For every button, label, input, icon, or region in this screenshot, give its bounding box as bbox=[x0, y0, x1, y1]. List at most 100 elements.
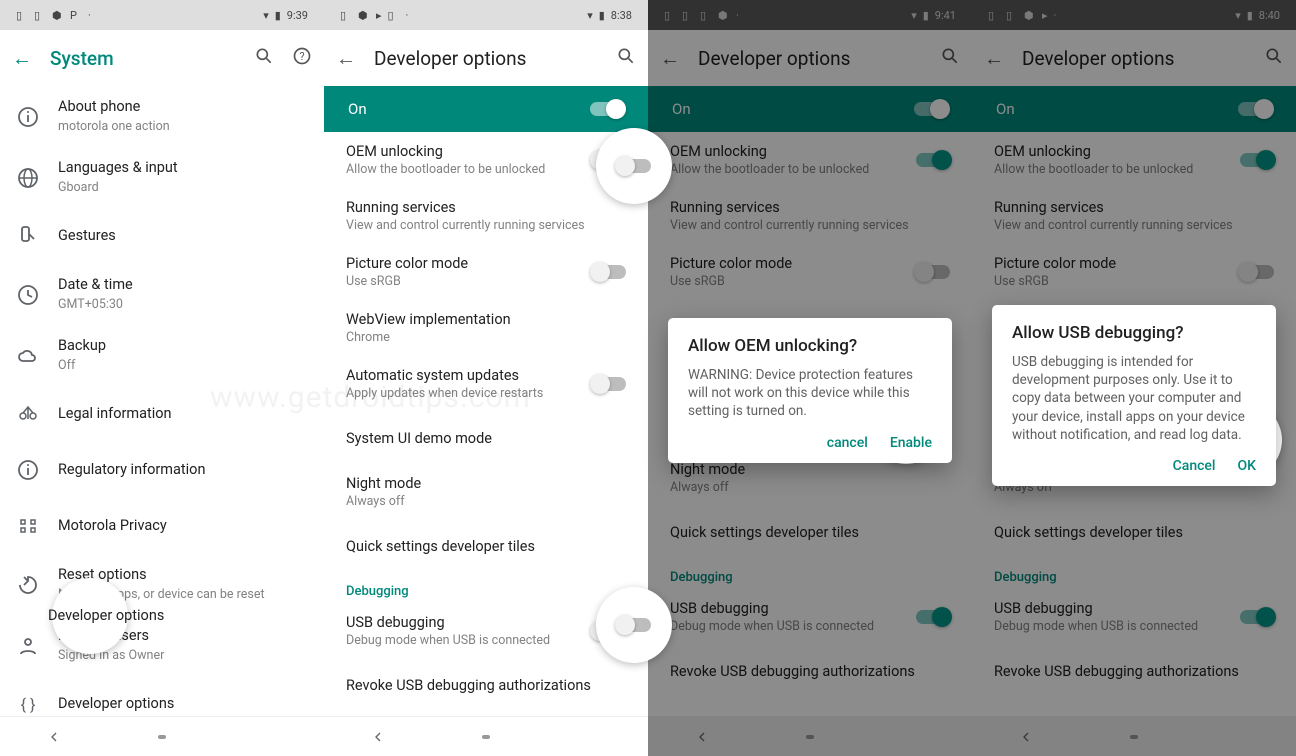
shield-icon: ⬢ bbox=[718, 9, 730, 21]
dev-option-row[interactable]: Automatic system updatesApply updates wh… bbox=[324, 356, 648, 412]
setting-row[interactable]: Regulatory information bbox=[0, 442, 324, 498]
option-title: Picture color mode bbox=[346, 255, 580, 272]
enable-button[interactable]: Enable bbox=[890, 435, 932, 451]
dev-option-row[interactable]: Bug report shortcut bbox=[648, 697, 972, 716]
cloud-icon bbox=[16, 344, 40, 368]
toggle-switch[interactable] bbox=[916, 265, 950, 279]
option-title: Picture color mode bbox=[994, 255, 1228, 272]
setting-row[interactable]: Motorola Privacy bbox=[0, 498, 324, 554]
help-icon[interactable]: ? bbox=[292, 46, 312, 71]
dev-option-row[interactable]: Running servicesView and control current… bbox=[324, 188, 648, 244]
toggle-switch[interactable] bbox=[916, 610, 950, 624]
back-button[interactable]: ← bbox=[660, 46, 680, 71]
ok-button[interactable]: OK bbox=[1238, 458, 1257, 474]
setting-row[interactable]: Languages & inputGboard bbox=[0, 147, 324, 208]
option-title: OEM unlocking bbox=[670, 143, 904, 160]
clock-text: 9:39 bbox=[287, 9, 308, 22]
battery-icon: ▮ bbox=[275, 9, 281, 22]
dev-option-row[interactable]: Quick settings developer tiles bbox=[648, 506, 972, 558]
nav-back-icon[interactable] bbox=[1016, 729, 1036, 745]
dev-option-row[interactable]: USB debuggingDebug mode when USB is conn… bbox=[648, 589, 972, 645]
search-icon[interactable] bbox=[1264, 46, 1284, 71]
nav-home-icon[interactable] bbox=[476, 729, 496, 745]
notif-icon: ▯ bbox=[34, 9, 46, 21]
nav-home-icon[interactable] bbox=[1124, 729, 1144, 745]
search-icon[interactable] bbox=[254, 46, 274, 71]
dev-option-row[interactable]: USB debuggingDebug mode when USB is conn… bbox=[972, 589, 1296, 645]
toggle-switch[interactable] bbox=[1240, 153, 1274, 167]
back-button[interactable]: ← bbox=[336, 46, 356, 71]
notif-icon: ▯ bbox=[1006, 9, 1018, 21]
toggle-switch[interactable] bbox=[1240, 265, 1274, 279]
toggle-switch[interactable] bbox=[916, 153, 950, 167]
option-title: Revoke USB debugging authorizations bbox=[994, 663, 1274, 680]
master-toggle[interactable] bbox=[914, 102, 948, 116]
cancel-button[interactable]: Cancel bbox=[1173, 458, 1216, 474]
code-icon: { } bbox=[16, 693, 40, 716]
setting-row[interactable]: Date & timeGMT+05:30 bbox=[0, 264, 324, 325]
option-subtitle: Allow the bootloader to be unlocked bbox=[346, 162, 580, 177]
option-title: Running services bbox=[346, 199, 626, 216]
app-bar: ← Developer options bbox=[324, 30, 648, 86]
setting-row[interactable]: About phonemotorola one action bbox=[0, 86, 324, 147]
setting-row[interactable]: { }Developer options bbox=[0, 677, 324, 716]
notif-icon: ▯ bbox=[16, 9, 28, 21]
setting-row[interactable]: Legal information bbox=[0, 386, 324, 442]
status-bar: ▯ ▯ ▯ ⬢ · ▾ ▮ 9:41 bbox=[648, 0, 972, 30]
dev-option-row[interactable]: Running servicesView and control current… bbox=[648, 188, 972, 244]
dev-option-row[interactable]: Picture color modeUse sRGB bbox=[648, 244, 972, 300]
master-toggle[interactable] bbox=[590, 102, 624, 116]
setting-title: Legal information bbox=[58, 405, 308, 424]
master-toggle-banner[interactable]: On bbox=[648, 86, 972, 132]
nav-back-icon[interactable] bbox=[368, 729, 388, 745]
master-toggle-banner[interactable]: On bbox=[972, 86, 1296, 132]
dev-option-row[interactable]: Revoke USB debugging authorizations bbox=[648, 645, 972, 697]
option-title: USB debugging bbox=[994, 600, 1228, 617]
cancel-button[interactable]: cancel bbox=[827, 435, 868, 451]
nav-back-icon[interactable] bbox=[44, 729, 64, 745]
dev-option-row[interactable]: System UI demo mode bbox=[324, 412, 648, 464]
dev-option-row[interactable]: Revoke USB debugging authorizations bbox=[972, 645, 1296, 697]
option-subtitle: Use sRGB bbox=[994, 274, 1228, 289]
wifi-icon: ▾ bbox=[1235, 9, 1241, 22]
dev-option-row[interactable]: OEM unlockingAllow the bootloader to be … bbox=[648, 132, 972, 188]
master-toggle-banner[interactable]: On bbox=[324, 86, 648, 132]
toggle-switch[interactable] bbox=[592, 265, 626, 279]
toggle-switch[interactable] bbox=[592, 377, 626, 391]
section-header: Debugging bbox=[324, 572, 648, 603]
usb-toggle-highlighted[interactable] bbox=[617, 618, 651, 632]
setting-title: About phone bbox=[58, 98, 308, 117]
back-button[interactable]: ← bbox=[984, 46, 1004, 71]
option-title: Quick settings developer tiles bbox=[670, 524, 950, 541]
nav-back-icon[interactable] bbox=[692, 729, 712, 745]
dev-option-row[interactable]: OEM unlockingAllow the bootloader to be … bbox=[972, 132, 1296, 188]
option-title: Bug report shortcut bbox=[994, 715, 1274, 717]
dev-option-row[interactable]: Picture color modeUse sRGB bbox=[324, 244, 648, 300]
nav-home-icon[interactable] bbox=[152, 729, 172, 745]
dev-option-row[interactable]: Quick settings developer tiles bbox=[972, 506, 1296, 558]
nav-home-icon[interactable] bbox=[800, 729, 820, 745]
dev-option-row[interactable]: Running servicesView and control current… bbox=[972, 188, 1296, 244]
back-button[interactable]: ← bbox=[12, 46, 32, 71]
oem-toggle-highlighted[interactable] bbox=[617, 159, 651, 173]
setting-row[interactable]: Gestures bbox=[0, 208, 324, 264]
search-icon[interactable] bbox=[616, 46, 636, 71]
setting-row[interactable]: Multiple usersSigned in as Owner bbox=[0, 615, 324, 676]
dev-option-row[interactable]: Bug report shortcut bbox=[972, 697, 1296, 716]
dev-option-row[interactable]: Picture color mode Use sRGB bbox=[972, 244, 1296, 300]
master-toggle[interactable] bbox=[1238, 102, 1272, 116]
setting-row[interactable]: BackupOff bbox=[0, 325, 324, 386]
dev-option-row[interactable]: WebView implementationChrome bbox=[324, 300, 648, 356]
dev-option-row[interactable]: Revoke USB debugging authorizations bbox=[324, 659, 648, 711]
dialog-title: Allow USB debugging? bbox=[1012, 323, 1256, 343]
screen-dev-options: ▯ ⬢ ▸ ▯ · ▾ ▮ 8:38 ← Developer options O… bbox=[324, 0, 648, 756]
dev-option-row[interactable]: Night modeAlways off bbox=[324, 464, 648, 520]
toggle-switch[interactable] bbox=[1240, 610, 1274, 624]
page-title: System bbox=[50, 47, 236, 70]
developer-options-highlighted[interactable]: Developer options bbox=[48, 607, 164, 624]
option-subtitle: Apply updates when device restarts bbox=[346, 386, 580, 401]
search-icon[interactable] bbox=[940, 46, 960, 71]
wifi-icon: ▾ bbox=[911, 9, 917, 22]
dev-option-row[interactable]: Quick settings developer tiles bbox=[324, 520, 648, 572]
page-title: Developer options bbox=[698, 47, 922, 70]
